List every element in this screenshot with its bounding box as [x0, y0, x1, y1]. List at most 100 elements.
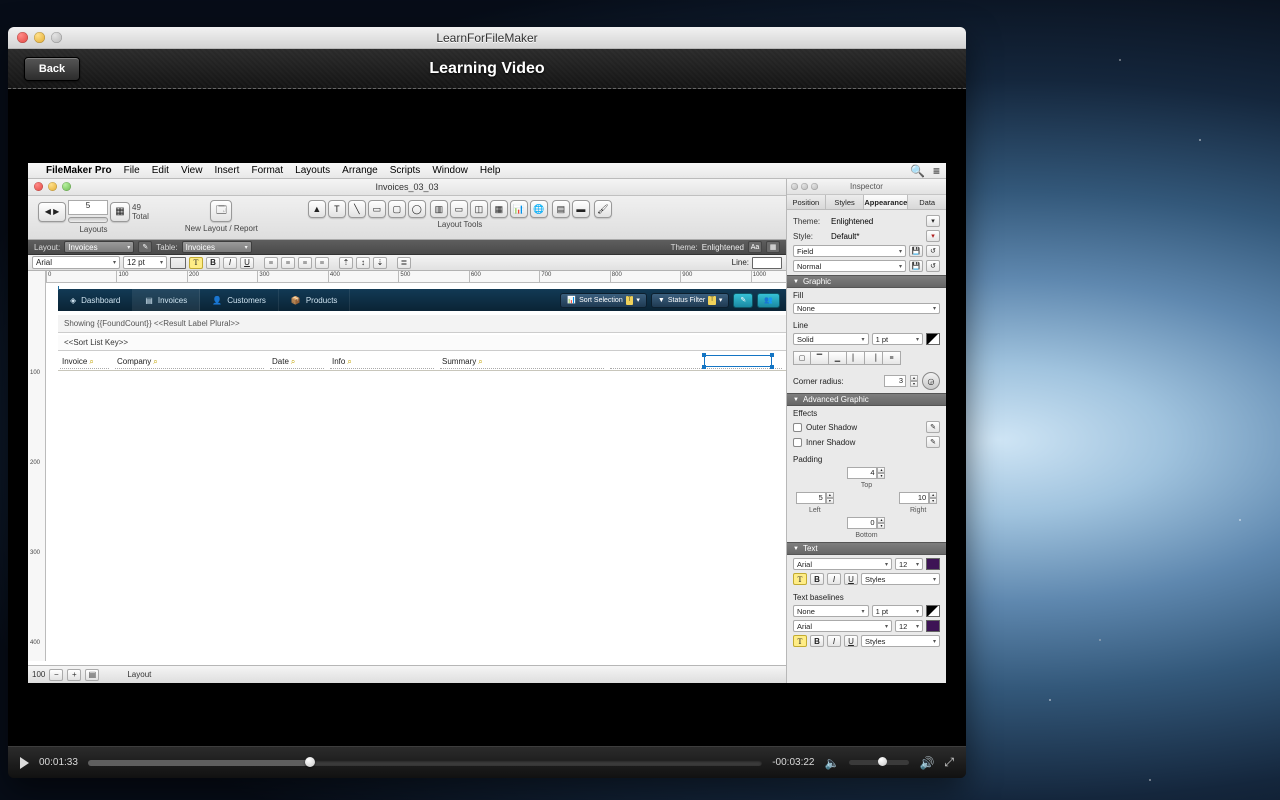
menu-edit[interactable]: Edit — [152, 165, 169, 176]
selection-handle[interactable] — [58, 286, 59, 290]
baseline-underline-button[interactable]: U — [844, 635, 858, 647]
layout-canvas[interactable]: ◈ Dashboard ▤ Invoices 👤 Customers 📦 Pro… — [58, 283, 786, 661]
border-all-button[interactable]: ▢ — [793, 351, 811, 365]
corner-radius-field[interactable]: 3 — [884, 375, 906, 387]
tab-styles[interactable]: Styles — [826, 195, 865, 209]
border-top-button[interactable]: ▔ — [811, 351, 829, 365]
text-color-swatch[interactable] — [170, 257, 186, 269]
field-tool[interactable]: ▥ — [430, 200, 448, 218]
bold-button[interactable]: B — [206, 257, 220, 269]
baseline-color-swatch[interactable] — [926, 605, 940, 617]
menu-extras-icon[interactable]: ≡ — [933, 164, 940, 178]
new-layout-button[interactable]: 🗔 — [210, 200, 232, 222]
align-justify-button[interactable]: ≡ — [315, 257, 329, 269]
text-italic-button[interactable]: I — [827, 573, 841, 585]
menu-layouts[interactable]: Layouts — [295, 165, 330, 176]
play-button[interactable] — [20, 757, 29, 769]
text-underline-button[interactable]: U — [844, 573, 858, 585]
padding-bottom-field[interactable]: 0 — [847, 517, 877, 529]
padding-top-stepper[interactable]: ▴▾ — [877, 467, 885, 479]
baseline-weight-select[interactable]: 1 pt — [872, 605, 923, 617]
baseline-styles-select[interactable]: Styles — [861, 635, 940, 647]
text-color-swatch-insp[interactable] — [926, 558, 940, 570]
portal-tool[interactable]: ▦ — [490, 200, 508, 218]
menu-arrange[interactable]: Arrange — [342, 165, 378, 176]
section-text[interactable]: Text — [787, 542, 946, 555]
style-revert-button[interactable]: ▾ — [926, 230, 940, 242]
inner-shadow-checkbox[interactable] — [793, 438, 802, 447]
outer-shadow-checkbox[interactable] — [793, 423, 802, 432]
tab-position[interactable]: Position — [787, 195, 826, 209]
menu-help[interactable]: Help — [480, 165, 501, 176]
menu-format[interactable]: Format — [251, 165, 283, 176]
prev-layout-button[interactable]: ◀ ▶ — [38, 202, 66, 222]
rectangle-tool[interactable]: ▭ — [368, 200, 386, 218]
status-filter-button[interactable]: ▼ Status Filter T ▾ — [651, 293, 729, 308]
element-state-save-button[interactable]: 💾 — [909, 260, 923, 272]
font-size-select[interactable]: 12 pt — [123, 256, 167, 269]
zoom-out-button[interactable]: − — [49, 669, 63, 681]
baseline-highlight-toggle[interactable]: T — [793, 635, 807, 647]
layout-number-field[interactable]: 5 — [68, 200, 108, 215]
font-select[interactable]: Arial — [32, 256, 120, 269]
tab-dashboard[interactable]: ◈ Dashboard — [58, 289, 133, 311]
line-tool[interactable]: ╲ — [348, 200, 366, 218]
section-advanced-graphic[interactable]: Advanced Graphic — [787, 393, 946, 406]
selection-tool[interactable]: ▲ — [308, 200, 326, 218]
back-button[interactable]: Back — [24, 57, 80, 81]
element-type-select[interactable]: Field — [793, 245, 906, 257]
padding-left-stepper[interactable]: ▴▾ — [826, 492, 834, 504]
align-center-button[interactable]: ≡ — [281, 257, 295, 269]
border-bottom-button[interactable]: ▁ — [829, 351, 847, 365]
tab-appearance[interactable]: Appearance — [864, 195, 908, 209]
padding-right-stepper[interactable]: ▴▾ — [929, 492, 937, 504]
volume-icon[interactable]: 🔊 — [919, 756, 934, 770]
layouts-popover-button[interactable]: ▦ — [110, 202, 130, 222]
padding-left-field[interactable]: 5 — [796, 492, 826, 504]
table-select[interactable]: Invoices — [182, 241, 252, 253]
border-left-button[interactable]: ▏ — [847, 351, 865, 365]
tab-products[interactable]: 📦 Products — [279, 289, 351, 311]
baseline-italic-button[interactable]: I — [827, 635, 841, 647]
padding-top-field[interactable]: 4 — [847, 467, 877, 479]
menu-insert[interactable]: Insert — [214, 165, 239, 176]
text-styles-select[interactable]: Styles — [861, 573, 940, 585]
mute-icon[interactable]: 🔈 — [824, 756, 839, 770]
format-painter-tool[interactable]: 🖌 — [594, 200, 612, 218]
layout-select[interactable]: Invoices — [64, 241, 134, 253]
edit-layout-button[interactable]: ✎ — [138, 241, 152, 253]
action-button-1[interactable]: ✎ — [733, 293, 753, 308]
sort-selection-button[interactable]: 📊 Sort Selection T ▾ — [560, 293, 647, 308]
menu-window[interactable]: Window — [432, 165, 468, 176]
border-right-button[interactable]: ▕ — [865, 351, 883, 365]
spotlight-icon[interactable]: 🔍 — [910, 164, 925, 178]
text-tool[interactable]: T — [328, 200, 346, 218]
button-tool[interactable]: ▭ — [450, 200, 468, 218]
baseline-bold-button[interactable]: B — [810, 635, 824, 647]
volume-slider[interactable] — [849, 760, 909, 765]
corner-picker-button[interactable]: ◶ — [922, 372, 940, 390]
menu-scripts[interactable]: Scripts — [390, 165, 421, 176]
zoom-in-button[interactable]: + — [67, 669, 81, 681]
menu-view[interactable]: View — [181, 165, 203, 176]
theme-menu-button[interactable]: ▾ — [926, 215, 940, 227]
insp-minimize-icon[interactable] — [801, 183, 808, 190]
fm-app-name[interactable]: FileMaker Pro — [46, 165, 112, 176]
line-color-swatch[interactable] — [752, 257, 782, 269]
exit-layout-button[interactable]: ▦ — [766, 241, 780, 253]
layout-slider[interactable] — [68, 217, 108, 223]
line-color-swatch-insp[interactable] — [926, 333, 940, 345]
italic-button[interactable]: I — [223, 257, 237, 269]
highlight-toggle[interactable]: T — [189, 257, 203, 269]
align-right-button[interactable]: ≡ — [298, 257, 312, 269]
baseline-type-select[interactable]: None — [793, 605, 869, 617]
fullscreen-icon[interactable]: ⤢ — [944, 755, 954, 770]
fill-select[interactable]: None — [793, 303, 940, 314]
tab-customers[interactable]: 👤 Customers — [200, 289, 279, 311]
theme-settings-button[interactable]: Aa — [748, 241, 762, 253]
line-weight-select[interactable]: 1 pt — [872, 333, 923, 345]
chart-tool[interactable]: 📊 — [510, 200, 528, 218]
element-state-select[interactable]: Normal — [793, 260, 906, 272]
corner-radius-stepper[interactable]: ▴▾ — [910, 375, 918, 387]
selected-field-total[interactable] — [704, 355, 772, 367]
